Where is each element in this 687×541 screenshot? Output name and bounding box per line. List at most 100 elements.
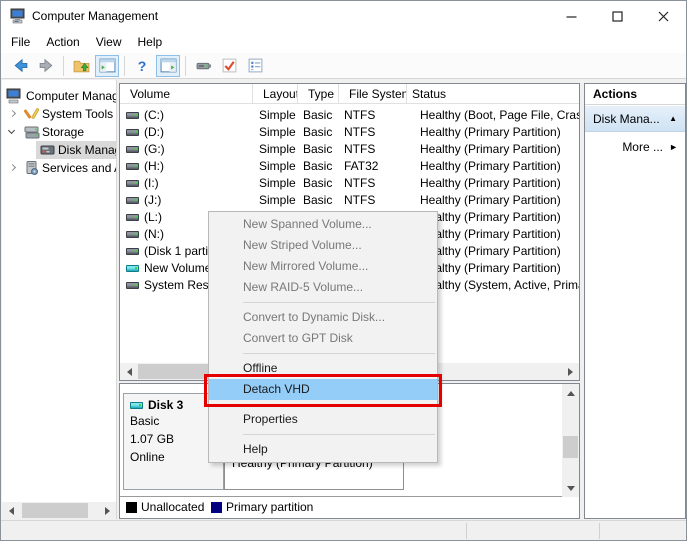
scroll-up-button[interactable] [562, 384, 579, 401]
action-pane-icon [160, 57, 177, 74]
menu-item-new-mirrored-volume: New Mirrored Volume... [209, 256, 437, 277]
properties-list-button[interactable] [243, 55, 267, 77]
legend-label-primary-partition: Primary partition [226, 500, 313, 514]
scroll-left-button[interactable] [120, 363, 137, 380]
volume-icon [126, 197, 139, 204]
disk-name: Disk 3 [148, 398, 183, 412]
table-row[interactable]: (J:) Simple Basic NTFS Healthy (Primary … [120, 192, 579, 209]
status-bar [1, 520, 686, 540]
tree-item-computer-management[interactable]: Computer Management [2, 87, 117, 105]
chevron-right-icon[interactable] [9, 164, 16, 171]
device-button[interactable] [191, 55, 215, 77]
table-row[interactable]: (G:) Simple Basic NTFS Healthy (Primary … [120, 141, 579, 158]
collapse-arrow-icon[interactable]: ▲ [669, 106, 677, 132]
menu-action[interactable]: Action [38, 31, 87, 53]
menu-view[interactable]: View [88, 31, 130, 53]
status-bar-divider [599, 523, 600, 539]
tree-item-disk-management[interactable]: Disk Management [2, 141, 117, 159]
menu-item-convert-gpt-disk: Convert to GPT Disk [209, 328, 437, 349]
menu-separator [243, 302, 435, 303]
column-header-type[interactable]: Type [298, 84, 339, 104]
volume-layout: Simple [259, 192, 296, 209]
menu-item-help[interactable]: Help [209, 439, 437, 460]
scroll-left-button[interactable] [2, 502, 19, 519]
scroll-left-icon [5, 507, 14, 515]
table-row[interactable]: (H:) Simple Basic FAT32 Healthy (Primary… [120, 158, 579, 175]
menu-item-new-raid5-volume: New RAID-5 Volume... [209, 277, 437, 298]
volume-layout: Simple [259, 175, 296, 192]
table-row[interactable]: (D:) Simple Basic NTFS Healthy (Primary … [120, 124, 579, 141]
volume-status: Healthy (Primary Partition) [420, 192, 561, 209]
scroll-down-button[interactable] [562, 480, 579, 497]
disk-pane-vertical-scrollbar[interactable] [562, 384, 579, 497]
maximize-button[interactable] [594, 1, 640, 31]
scroll-up-icon [567, 387, 575, 396]
menu-item-new-striped-volume: New Striped Volume... [209, 235, 437, 256]
volume-fs: NTFS [344, 124, 375, 141]
menu-file[interactable]: File [3, 31, 38, 53]
title-bar: Computer Management [1, 1, 686, 31]
actions-group-disk-management[interactable]: Disk Mana... ▲ [585, 106, 685, 132]
volume-fs: NTFS [344, 175, 375, 192]
menu-help[interactable]: Help [130, 31, 171, 53]
chevron-down-icon[interactable] [8, 127, 15, 134]
volume-icon [126, 146, 139, 153]
console-tree-icon [99, 57, 116, 74]
properties-list-icon [247, 57, 264, 74]
column-header-volume[interactable]: Volume [120, 84, 253, 104]
actions-header: Actions [585, 84, 685, 105]
tree-item-services-applications[interactable]: Services and Applications [2, 159, 117, 177]
volume-name: (H:) [144, 159, 164, 173]
close-button[interactable] [640, 1, 686, 31]
tree-horizontal-scrollbar[interactable] [2, 502, 116, 519]
toolbar-separator [124, 56, 125, 76]
chevron-right-icon[interactable] [9, 110, 16, 117]
show-console-tree-button[interactable] [95, 55, 119, 77]
menu-separator [243, 434, 435, 435]
table-row[interactable]: (C:) Simple Basic NTFS Healthy (Boot, Pa… [120, 107, 579, 124]
show-action-pane-button[interactable] [156, 55, 180, 77]
check-button[interactable] [217, 55, 241, 77]
maximize-icon [612, 11, 623, 22]
column-header-layout[interactable]: Layout [253, 84, 298, 104]
scroll-left-icon [123, 368, 132, 376]
scrollbar-thumb[interactable] [563, 436, 578, 458]
volume-type: Basic [303, 158, 332, 175]
scroll-right-button[interactable] [562, 363, 579, 380]
forward-button[interactable] [34, 55, 58, 77]
volume-fs: NTFS [344, 192, 375, 209]
checkmark-icon [221, 57, 238, 74]
close-icon [658, 11, 669, 22]
minimize-button[interactable] [548, 1, 594, 31]
tree-item-storage[interactable]: Storage [2, 123, 117, 141]
volume-icon [126, 129, 139, 136]
volume-name: (N:) [144, 227, 164, 241]
volume-name: New Volume [144, 261, 211, 275]
up-folder-button[interactable] [69, 55, 93, 77]
toolbar-separator [63, 56, 64, 76]
column-header-file-system[interactable]: File System [339, 84, 407, 104]
console-tree-pane: Computer Management System Tools Storage… [2, 80, 117, 519]
table-row[interactable]: (I:) Simple Basic NTFS Healthy (Primary … [120, 175, 579, 192]
actions-pane: Actions Disk Mana... ▲ More ... ► [584, 83, 686, 519]
column-header-status[interactable]: Status [407, 84, 579, 104]
tree-item-label: Services and Applications [42, 159, 117, 177]
scrollbar-thumb[interactable] [138, 364, 212, 379]
scroll-right-button[interactable] [99, 502, 116, 519]
tree-item-system-tools[interactable]: System Tools [2, 105, 117, 123]
volume-status: Healthy (Primary Partition) [420, 209, 561, 226]
disk-context-menu: New Spanned Volume... New Striped Volume… [208, 211, 438, 463]
app-icon [10, 8, 26, 24]
volume-icon [126, 282, 139, 289]
volume-icon [126, 248, 139, 255]
menu-item-properties[interactable]: Properties [209, 409, 437, 430]
help-button[interactable]: ? [130, 55, 154, 77]
actions-more-item[interactable]: More ... ► [585, 136, 685, 158]
scrollbar-thumb[interactable] [22, 503, 88, 518]
volume-layout: Simple [259, 141, 296, 158]
tools-icon [24, 106, 40, 122]
disk-legend: Unallocated Primary partition [120, 496, 562, 518]
volume-icon [126, 231, 139, 238]
back-button[interactable] [8, 55, 32, 77]
volume-list-header: Volume Layout Type File System Status [120, 84, 579, 104]
